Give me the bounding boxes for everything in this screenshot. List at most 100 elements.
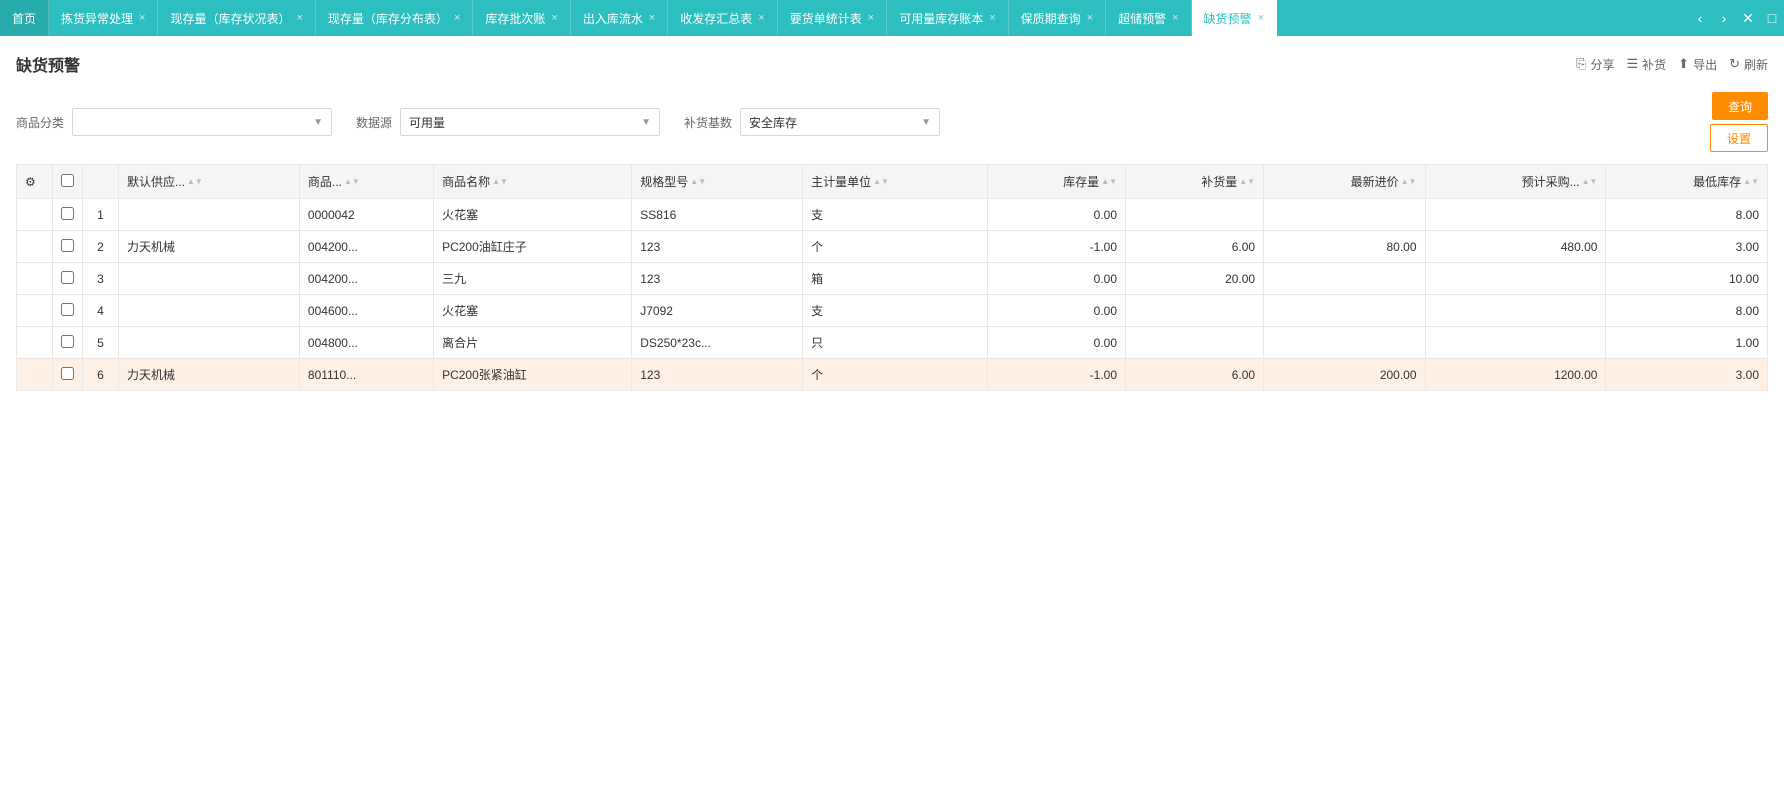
tab-stock-status[interactable]: 现存量（库存状况表） × [158, 0, 315, 36]
data-table: ⚙ 默认供应... ▲▼ 商品... ▲▼ [16, 164, 1768, 391]
th-spec[interactable]: 规格型号 ▲▼ [632, 165, 803, 199]
sort-replenish[interactable]: 补货量 ▲▼ [1201, 173, 1255, 190]
sort-icon-min-stock: ▲▼ [1743, 178, 1759, 186]
tab-close-batch[interactable]: × [551, 12, 557, 24]
row-spec-4: DS250*23c... [632, 327, 803, 359]
category-label: 商品分类 [16, 114, 64, 131]
sort-icon-replenish: ▲▼ [1239, 178, 1255, 186]
sort-est-purchase[interactable]: 预计采购... ▲▼ [1522, 173, 1598, 190]
tab-close-picking[interactable]: × [139, 12, 145, 24]
row-checkbox-cell-5[interactable] [53, 359, 83, 391]
th-stock[interactable]: 库存量 ▲▼ [987, 165, 1125, 199]
row-est-purchase-1: 480.00 [1425, 231, 1606, 263]
row-checkbox-cell-4[interactable] [53, 327, 83, 359]
row-stock-0: 0.00 [987, 199, 1125, 231]
tab-available[interactable]: 可用量库存账本 × [887, 0, 1008, 36]
filter-right-actions: 查询 设置 [1710, 92, 1768, 152]
tab-maximize-btn[interactable]: □ [1760, 0, 1784, 36]
sort-min-stock[interactable]: 最低库存 ▲▼ [1693, 173, 1759, 190]
sort-stock[interactable]: 库存量 ▲▼ [1063, 173, 1117, 190]
th-name[interactable]: 商品名称 ▲▼ [434, 165, 632, 199]
sort-spec[interactable]: 规格型号 ▲▼ [640, 173, 706, 190]
row-checkbox-2[interactable] [61, 271, 74, 284]
tab-prev-btn[interactable]: ‹ [1688, 0, 1712, 36]
sort-supplier[interactable]: 默认供应... ▲▼ [127, 173, 203, 190]
row-checkbox-cell-0[interactable] [53, 199, 83, 231]
row-latest-price-4 [1264, 327, 1425, 359]
tab-demand[interactable]: 要货单统计表 × [778, 0, 887, 36]
row-est-purchase-0 [1425, 199, 1606, 231]
th-est-purchase[interactable]: 预计采购... ▲▼ [1425, 165, 1606, 199]
row-code-3: 004600... [299, 295, 433, 327]
row-checkbox-0[interactable] [61, 207, 74, 220]
row-checkbox-5[interactable] [61, 367, 74, 380]
row-checkbox-cell-1[interactable] [53, 231, 83, 263]
tab-close-stock-dist[interactable]: × [454, 12, 460, 24]
tab-batch[interactable]: 库存批次账 × [473, 0, 570, 36]
row-checkbox-cell-3[interactable] [53, 295, 83, 327]
replenish-action[interactable]: ☰ 补货 [1626, 56, 1666, 73]
th-latest-price[interactable]: 最新进价 ▲▼ [1264, 165, 1425, 199]
table-row: 5 004800... 离合片 DS250*23c... 只 0.00 1.00 [17, 327, 1768, 359]
tab-close-inout[interactable]: × [649, 12, 655, 24]
row-checkbox-3[interactable] [61, 303, 74, 316]
refresh-action[interactable]: ↻ 刷新 [1729, 56, 1768, 73]
header-actions: ⎘ 分享 ☰ 补货 ⬆ 导出 ↻ 刷新 [1576, 56, 1768, 73]
th-replenish[interactable]: 补货量 ▲▼ [1126, 165, 1264, 199]
tab-close-all-btn[interactable]: ✕ [1736, 0, 1760, 36]
select-all-checkbox[interactable] [61, 174, 74, 187]
row-latest-price-0 [1264, 199, 1425, 231]
row-spec-5: 123 [632, 359, 803, 391]
row-num-1: 2 [83, 231, 119, 263]
export-action[interactable]: ⬆ 导出 [1678, 56, 1717, 73]
tab-close-shortage[interactable]: × [1258, 12, 1264, 24]
tab-shortage[interactable]: 缺货预警 × [1192, 0, 1277, 36]
settings-button[interactable]: 设置 [1710, 124, 1768, 152]
tab-close-expiry[interactable]: × [1087, 12, 1093, 24]
th-checkbox[interactable] [53, 165, 83, 199]
row-name-5: PC200张紧油缸 [434, 359, 632, 391]
sort-unit[interactable]: 主计量单位 ▲▼ [811, 173, 889, 190]
datasource-select[interactable]: 可用量 ▼ [400, 108, 660, 136]
row-min-stock-5: 3.00 [1606, 359, 1768, 391]
tab-inout[interactable]: 出入库流水 × [571, 0, 668, 36]
sort-latest-price[interactable]: 最新进价 ▲▼ [1351, 173, 1417, 190]
th-gear[interactable]: ⚙ [17, 165, 53, 199]
tab-picking[interactable]: 拣货异常处理 × [49, 0, 158, 36]
tab-overstock[interactable]: 超储预警 × [1106, 0, 1191, 36]
tab-close-summary[interactable]: × [758, 12, 764, 24]
replenish-filter-group: 补货基数 安全库存 ▼ [684, 108, 940, 136]
tab-next-btn[interactable]: › [1712, 0, 1736, 36]
replenish-select[interactable]: 安全库存 ▼ [740, 108, 940, 136]
tab-stock-dist[interactable]: 现存量（库存分布表） × [316, 0, 473, 36]
row-min-stock-0: 8.00 [1606, 199, 1768, 231]
table-row: 1 0000042 火花塞 SS816 支 0.00 8.00 [17, 199, 1768, 231]
tab-close-demand[interactable]: × [868, 12, 874, 24]
th-min-stock[interactable]: 最低库存 ▲▼ [1606, 165, 1768, 199]
row-unit-4: 只 [803, 327, 988, 359]
row-checkbox-cell-2[interactable] [53, 263, 83, 295]
row-checkbox-4[interactable] [61, 335, 74, 348]
row-checkbox-1[interactable] [61, 239, 74, 252]
category-filter-group: 商品分类 ▼ [16, 108, 332, 136]
sort-code[interactable]: 商品... ▲▼ [308, 173, 360, 190]
sort-icon-latest-price: ▲▼ [1401, 178, 1417, 186]
th-supplier[interactable]: 默认供应... ▲▼ [119, 165, 300, 199]
row-gear-2 [17, 263, 53, 295]
tab-close-stock-status[interactable]: × [296, 12, 302, 24]
row-supplier-5: 力天机械 [119, 359, 300, 391]
table-body: 1 0000042 火花塞 SS816 支 0.00 8.00 2 力天机械 0… [17, 199, 1768, 391]
th-code[interactable]: 商品... ▲▼ [299, 165, 433, 199]
query-button[interactable]: 查询 [1712, 92, 1768, 120]
tab-expiry[interactable]: 保质期查询 × [1009, 0, 1106, 36]
category-select[interactable]: ▼ [72, 108, 332, 136]
tab-close-available[interactable]: × [989, 12, 995, 24]
row-spec-3: J7092 [632, 295, 803, 327]
th-unit[interactable]: 主计量单位 ▲▼ [803, 165, 988, 199]
share-action[interactable]: ⎘ 分享 [1576, 56, 1614, 73]
tab-close-overstock[interactable]: × [1172, 12, 1178, 24]
tab-summary[interactable]: 收发存汇总表 × [668, 0, 777, 36]
tab-home[interactable]: 首页 [0, 0, 49, 36]
row-code-4: 004800... [299, 327, 433, 359]
sort-name[interactable]: 商品名称 ▲▼ [442, 173, 508, 190]
